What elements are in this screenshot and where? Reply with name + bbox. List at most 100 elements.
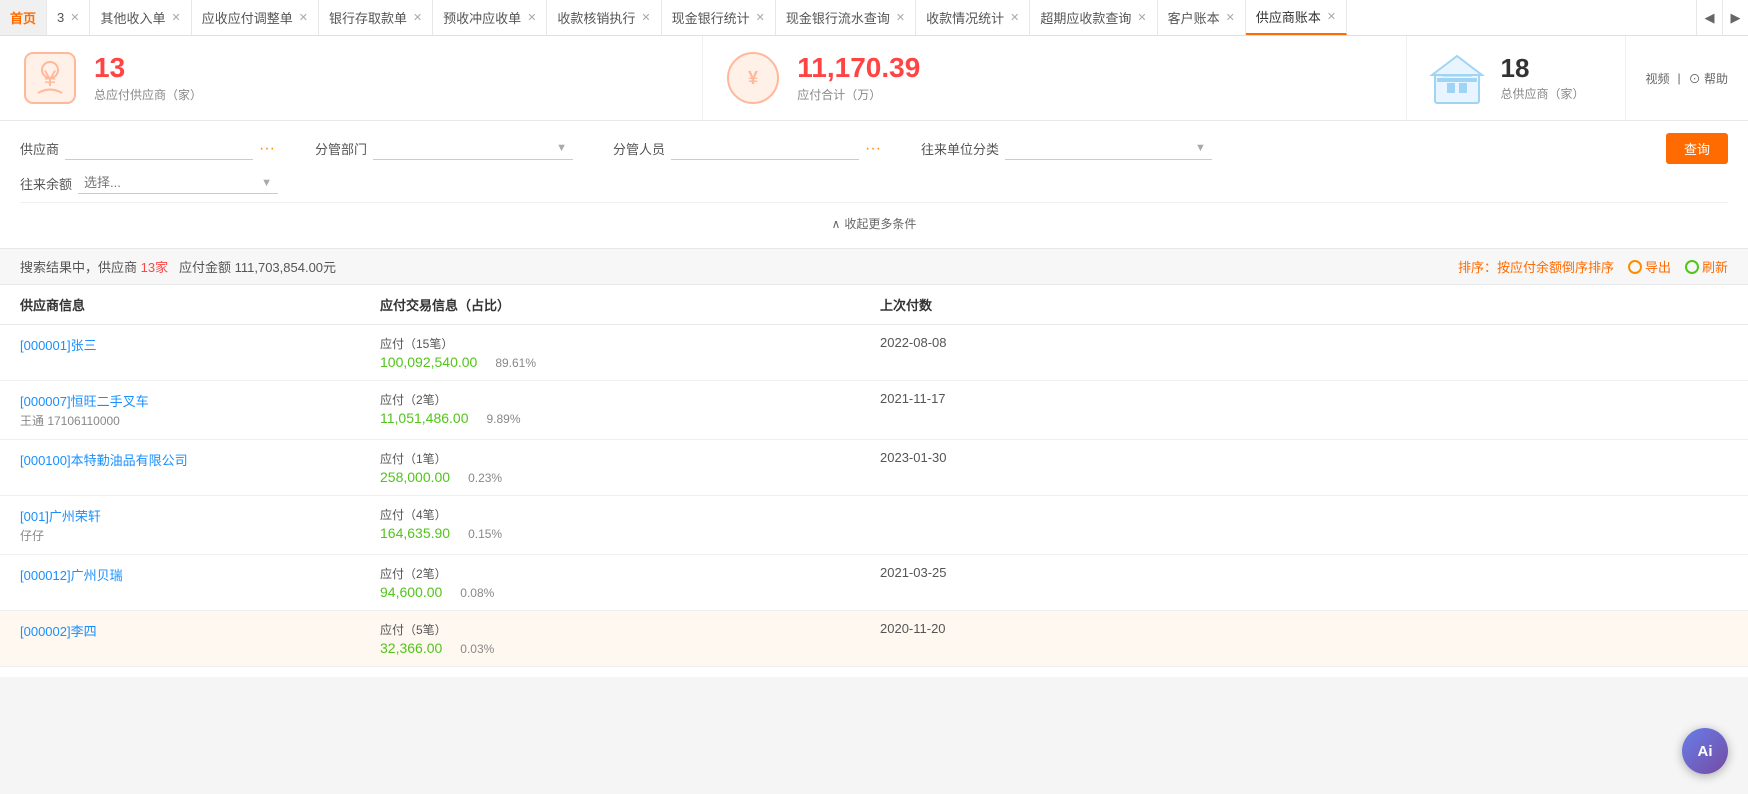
person-filter-label: 分管人员: [613, 139, 665, 158]
row-1-date: 2021-11-17: [880, 391, 946, 406]
help-link[interactable]: ⊙ 帮助: [1689, 70, 1728, 87]
close-tab-overdue-ar[interactable]: ✕: [1137, 11, 1146, 24]
close-tab-receipt-verify[interactable]: ✕: [641, 11, 650, 24]
search-button[interactable]: 查询: [1666, 133, 1728, 164]
nav-tab-receipt-stat[interactable]: 收款情况统计 ✕: [916, 0, 1030, 35]
supplier-dots-button[interactable]: ···: [259, 140, 275, 158]
nav-tab-bank-deposit[interactable]: 银行存取款单 ✕: [319, 0, 433, 35]
row-1-payable-row: 11,051,486.00 9.89%: [380, 410, 880, 426]
video-link[interactable]: 视频: [1646, 70, 1670, 87]
row-0-amount[interactable]: 100,092,540.00: [380, 354, 477, 370]
row-5-amount[interactable]: 32,366.00: [380, 640, 442, 656]
close-tab-cash-bank-stat[interactable]: ✕: [756, 11, 765, 24]
row-5-payable: 应付（5笔） 32,366.00 0.03%: [380, 621, 880, 656]
supplier-link-1[interactable]: [000007]恒旺二手叉车: [20, 394, 149, 409]
balance-dropdown[interactable]: ▼: [78, 172, 278, 194]
dept-input[interactable]: [379, 141, 552, 156]
person-dots-button[interactable]: ···: [865, 140, 881, 158]
collapse-button[interactable]: ∧ 收起更多条件: [20, 211, 1728, 236]
ai-button[interactable]: Ai: [1682, 728, 1728, 774]
supplier-input[interactable]: [65, 138, 253, 160]
supplier-link-3[interactable]: [001]广州荣轩: [20, 509, 101, 524]
ai-button-label: Ai: [1698, 743, 1713, 760]
person-input[interactable]: [671, 138, 859, 160]
close-tab-bank-deposit[interactable]: ✕: [413, 11, 422, 24]
row-3-sub: 仔仔: [20, 527, 380, 544]
filter-item-balance: 往来余额 ▼: [20, 172, 278, 194]
refresh-button[interactable]: 刷新: [1685, 257, 1728, 276]
row-5-payable-row: 32,366.00 0.03%: [380, 640, 880, 656]
close-tab-cash-bank-flow[interactable]: ✕: [896, 11, 905, 24]
close-tab-3[interactable]: ✕: [70, 11, 79, 24]
payable-total-number: 11,170.39: [797, 53, 920, 84]
balance-dropdown-arrow: ▼: [261, 177, 272, 189]
nav-tab-supplier-ledger[interactable]: 供应商账本 ✕: [1246, 0, 1347, 35]
supplier-link-0[interactable]: [000001]张三: [20, 338, 97, 353]
nav-tab-cash-bank-stat[interactable]: 现金银行统计 ✕: [662, 0, 776, 35]
nav-tab-receipt-verify[interactable]: 收款核销执行 ✕: [547, 0, 661, 35]
dept-dropdown[interactable]: ▼: [373, 138, 573, 160]
supplier-link-4[interactable]: [000012]广州贝瑞: [20, 568, 123, 583]
sort-label[interactable]: 排序：按应付余额倒序排序: [1458, 257, 1614, 276]
category-dropdown[interactable]: ▼: [1005, 138, 1212, 160]
supplier-link-5[interactable]: [000002]李四: [20, 624, 97, 639]
row-3-pct: 0.15%: [468, 527, 502, 541]
nav-tab-3[interactable]: 3 ✕: [47, 0, 90, 35]
row-1-amount[interactable]: 11,051,486.00: [380, 410, 469, 426]
row-4-amount[interactable]: 94,600.00: [380, 584, 442, 600]
filter-row-1: 供应商 ··· 分管部门 ▼ 分管人员 ··· 往来单位分类 ▼ 查询: [20, 133, 1728, 164]
category-input[interactable]: [1011, 141, 1191, 156]
nav-tab-overdue-ar[interactable]: 超期应收款查询 ✕: [1030, 0, 1157, 35]
nav-tab-ar-ap-adjust[interactable]: 应收应付调整单 ✕: [192, 0, 319, 35]
export-label: 导出: [1645, 257, 1671, 276]
nav-tab-prepay-ar-label: 预收冲应收单: [443, 8, 521, 27]
nav-tab-3-label: 3: [57, 10, 64, 25]
collapse-icon: ∧: [832, 217, 841, 231]
nav-tab-home[interactable]: 首页: [0, 0, 47, 35]
row-2-payable: 应付（1笔） 258,000.00 0.23%: [380, 450, 880, 485]
filter-item-person: 分管人员 ···: [613, 138, 881, 160]
row-0-payable-row: 100,092,540.00 89.61%: [380, 354, 880, 370]
nav-next-button[interactable]: ▶: [1722, 0, 1748, 36]
row-1-pct: 9.89%: [487, 412, 521, 426]
nav-tab-other-income[interactable]: 其他收入单 ✕: [90, 0, 191, 35]
close-tab-prepay-ar[interactable]: ✕: [527, 11, 536, 24]
row-3-amount[interactable]: 164,635.90: [380, 525, 450, 541]
row-3-payable-label: 应付（4笔）: [380, 506, 880, 523]
nav-tab-prepay-ar[interactable]: 预收冲应收单 ✕: [433, 0, 547, 35]
row-2-supplier: [000100]本特勤油品有限公司: [20, 450, 380, 469]
nav-tab-cash-bank-flow[interactable]: 现金银行流水查询 ✕: [776, 0, 916, 35]
row-4-pct: 0.08%: [460, 586, 494, 600]
stat-card-total-suppliers: 18 总供应商（家）: [1407, 36, 1626, 120]
export-button[interactable]: 导出: [1628, 257, 1671, 276]
row-2-payable-row: 258,000.00 0.23%: [380, 469, 880, 485]
result-count: 13家: [141, 260, 168, 275]
nav-tab-customer-ledger[interactable]: 客户账本 ✕: [1158, 0, 1246, 35]
row-0-payable-label: 应付（15笔）: [380, 335, 880, 352]
row-2-date: 2023-01-30: [880, 450, 947, 465]
stat-info-payable-suppliers: 13 总应付供应商（家）: [94, 53, 202, 104]
svg-text:¥: ¥: [748, 68, 758, 88]
category-filter-label: 往来单位分类: [921, 139, 999, 158]
row-0-date: 2022-08-08: [880, 335, 947, 350]
nav-tab-bank-deposit-label: 银行存取款单: [329, 8, 407, 27]
refresh-label: 刷新: [1702, 257, 1728, 276]
supplier-link-2[interactable]: [000100]本特勤油品有限公司: [20, 453, 188, 468]
close-tab-supplier-ledger[interactable]: ✕: [1327, 10, 1336, 23]
row-2-amount[interactable]: 258,000.00: [380, 469, 450, 485]
close-tab-receipt-stat[interactable]: ✕: [1010, 11, 1019, 24]
row-0-payable: 应付（15笔） 100,092,540.00 89.61%: [380, 335, 880, 370]
table-header: 供应商信息 应付交易信息（占比） 上次付数: [0, 285, 1748, 325]
stat-card-payable-total: ¥ 11,170.39 应付合计（万）: [703, 36, 1406, 120]
close-tab-ar-ap-adjust[interactable]: ✕: [299, 11, 308, 24]
payable-suppliers-number: 13: [94, 53, 202, 84]
filter-item-supplier: 供应商 ···: [20, 138, 275, 160]
row-2-pct: 0.23%: [468, 471, 502, 485]
nav-tab-cash-bank-flow-label: 现金银行流水查询: [786, 8, 890, 27]
row-2-payable-label: 应付（1笔）: [380, 450, 880, 467]
close-tab-other-income[interactable]: ✕: [171, 11, 180, 24]
row-5-supplier: [000002]李四: [20, 621, 380, 640]
balance-input[interactable]: [84, 175, 257, 190]
close-tab-customer-ledger[interactable]: ✕: [1226, 11, 1235, 24]
nav-prev-button[interactable]: ◀: [1696, 0, 1722, 36]
